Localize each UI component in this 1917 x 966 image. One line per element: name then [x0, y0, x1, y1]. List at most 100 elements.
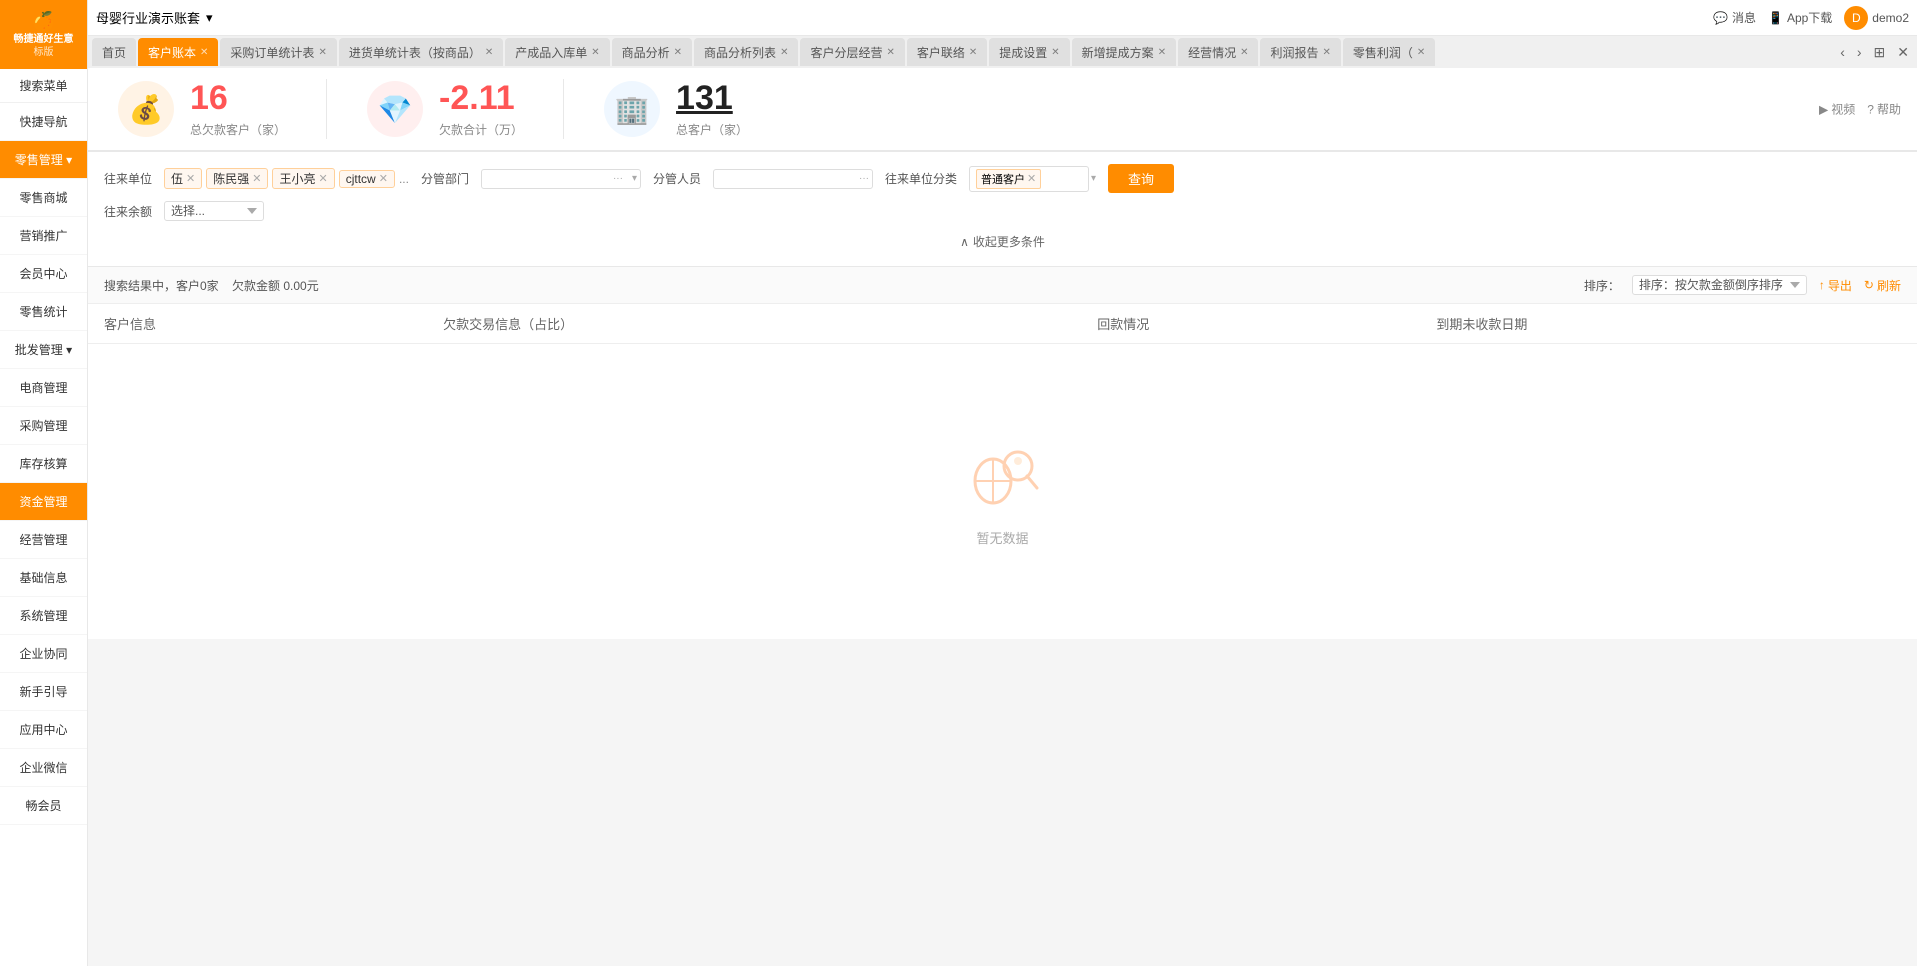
- table-wrapper: 客户信息 欠款交易信息（占比） 回款情况 到期未收款日期: [88, 304, 1917, 640]
- sidebar-logo: 🍊 畅捷通好生意 标版: [0, 0, 87, 69]
- tab-close-customers[interactable]: ✕: [200, 47, 208, 58]
- tab-prev-btn[interactable]: ‹: [1836, 42, 1849, 63]
- collapse-btn[interactable]: ∧ 收起更多条件: [944, 229, 1061, 254]
- sidebar-item-app-center[interactable]: 应用中心: [0, 711, 87, 749]
- messages-btn[interactable]: 💬 消息: [1713, 9, 1756, 26]
- total-label: 总客户（家）: [676, 121, 748, 138]
- tab-close-goods[interactable]: ✕: [674, 47, 682, 58]
- tab-close-new-promo[interactable]: ✕: [1158, 47, 1166, 58]
- sidebar-item-basic[interactable]: 基础信息: [0, 559, 87, 597]
- tab-goods-analysis[interactable]: 商品分析 ✕: [612, 38, 692, 66]
- message-icon: 💬: [1713, 11, 1728, 25]
- filter-tag-chen: 陈民强 ✕: [206, 168, 268, 189]
- tab-close-promo[interactable]: ✕: [1051, 47, 1059, 58]
- top-nav-right: 💬 消息 📱 App下载 D demo2: [1713, 6, 1909, 30]
- app-download-btn[interactable]: 📱 App下载: [1768, 9, 1832, 26]
- balance-filter-select[interactable]: 选择...: [164, 201, 264, 221]
- tab-product-stock[interactable]: 产成品入库单 ✕: [505, 38, 609, 66]
- sidebar-item-cooperation[interactable]: 企业协同: [0, 635, 87, 673]
- sidebar-item-inventory[interactable]: 库存核算: [0, 445, 87, 483]
- sidebar-item-retail-stats[interactable]: 零售统计: [0, 293, 87, 331]
- sidebar-item-enterprise-wechat[interactable]: 企业微信: [0, 749, 87, 787]
- total-data: 131 总客户（家）: [676, 80, 748, 138]
- tab-promotion-settings[interactable]: 提成设置 ✕: [989, 38, 1069, 66]
- tab-customers[interactable]: 客户账本 ✕: [138, 38, 218, 66]
- empty-text: 暂无数据: [976, 528, 1028, 547]
- unit-type-input[interactable]: 普通客户 ✕: [969, 166, 1089, 192]
- filter-area: 往来单位 伍 ✕ 陈民强 ✕ 王小亮 ✕ cjttcw: [88, 152, 1917, 267]
- filter-row-2: 往来余额 选择...: [104, 201, 1901, 221]
- tab-close-goods-list[interactable]: ✕: [780, 47, 788, 58]
- sort-select[interactable]: 排序：按欠款金额倒序排序: [1632, 275, 1807, 295]
- sidebar-item-finance[interactable]: 资金管理: [0, 483, 87, 521]
- filter-more-btn[interactable]: ...: [399, 172, 409, 186]
- help-icon: ?: [1867, 102, 1874, 116]
- sidebar-item-retail-mall[interactable]: 零售商城: [0, 179, 87, 217]
- tab-close-purchase[interactable]: ✕: [318, 47, 326, 58]
- unit-filter-label: 往来单位: [104, 170, 152, 187]
- query-button[interactable]: 查询: [1108, 164, 1174, 193]
- summary-card-total: 🏢 131 总客户（家）: [574, 68, 778, 150]
- help-link[interactable]: ? 帮助: [1867, 101, 1901, 118]
- sidebar-item-system[interactable]: 系统管理: [0, 597, 87, 635]
- search-result-text: 搜索结果中，客户0家: [104, 279, 219, 293]
- refresh-btn[interactable]: ↻ 刷新: [1864, 277, 1901, 294]
- divider-2: [563, 79, 564, 139]
- sidebar-item-operations[interactable]: 经营管理: [0, 521, 87, 559]
- tab-operations[interactable]: 经营情况 ✕: [1178, 38, 1258, 66]
- filter-tag-wang-close[interactable]: ✕: [319, 172, 328, 185]
- tab-next-btn[interactable]: ›: [1853, 42, 1866, 63]
- table-header: 客户信息 欠款交易信息（占比） 回款情况 到期未收款日期: [88, 304, 1917, 344]
- filter-tag-wu-close[interactable]: ✕: [186, 172, 195, 185]
- tab-close-contact[interactable]: ✕: [969, 47, 977, 58]
- refresh-icon: ↻: [1864, 278, 1874, 292]
- sidebar-item-new-guide[interactable]: 新手引导: [0, 673, 87, 711]
- filter-tag-chen-close[interactable]: ✕: [252, 172, 261, 185]
- sidebar: 🍊 畅捷通好生意 标版 搜索菜单 快捷导航 零售管理 ▾ 零售商城 营销推广 会…: [0, 0, 88, 966]
- tab-close-ops[interactable]: ✕: [1240, 47, 1248, 58]
- manager-filter-wrap: ···: [713, 169, 873, 189]
- tab-stock-stats[interactable]: 进货单统计表（按商品） ✕: [339, 38, 503, 66]
- tab-home[interactable]: 首页: [92, 38, 136, 66]
- tab-purchase-orders[interactable]: 采购订单统计表 ✕: [220, 38, 336, 66]
- filter-tag-cjttcw-close[interactable]: ✕: [379, 172, 388, 185]
- export-btn[interactable]: ↑ 导出: [1819, 277, 1852, 294]
- company-selector-area[interactable]: 母婴行业演示账套 ▾: [96, 8, 256, 27]
- sidebar-item-purchase[interactable]: 采购管理: [0, 407, 87, 445]
- tab-customer-segment[interactable]: 客户分层经营 ✕: [800, 38, 904, 66]
- tab-customer-contact[interactable]: 客户联络 ✕: [907, 38, 987, 66]
- tab-close-stock[interactable]: ✕: [485, 47, 493, 58]
- sidebar-item-retail[interactable]: 零售管理 ▾: [0, 141, 87, 179]
- user-avatar[interactable]: D demo2: [1844, 6, 1909, 30]
- sidebar-item-quick-nav[interactable]: 快捷导航: [0, 103, 87, 141]
- download-icon: 📱: [1768, 11, 1783, 25]
- tab-close-retail[interactable]: ✕: [1417, 47, 1425, 58]
- sidebar-item-search[interactable]: 搜索菜单: [0, 69, 87, 103]
- unit-type-close[interactable]: ✕: [1027, 172, 1036, 185]
- page-content: 💰 16 总欠款客户（家） 💎 -2.11 欠款合计（万） 🏢: [88, 68, 1917, 966]
- manager-filter-input[interactable]: [713, 169, 873, 189]
- tab-goods-analysis-list[interactable]: 商品分析列表 ✕: [694, 38, 798, 66]
- help-links: ▶ 视频 ? 帮助: [1819, 101, 1901, 118]
- sidebar-item-wholesale[interactable]: 批发管理 ▾: [0, 331, 87, 369]
- sidebar-item-vip[interactable]: 畅会员: [0, 787, 87, 825]
- tab-retail-profit[interactable]: 零售利润（ ✕: [1343, 38, 1435, 66]
- tab-more-btn[interactable]: ⊞: [1870, 42, 1890, 63]
- table-body: 暂无数据: [88, 344, 1917, 640]
- tab-new-promotion[interactable]: 新增提成方案 ✕: [1072, 38, 1176, 66]
- unit-type-tag: 普通客户 ✕: [976, 169, 1041, 189]
- tab-close-product[interactable]: ✕: [591, 47, 599, 58]
- tab-close-profit[interactable]: ✕: [1323, 47, 1331, 58]
- sidebar-item-member[interactable]: 会员中心: [0, 255, 87, 293]
- customers-icon: 💰: [118, 81, 174, 137]
- table-header-row: 客户信息 欠款交易信息（占比） 回款情况 到期未收款日期: [88, 304, 1917, 344]
- username-label: demo2: [1872, 11, 1909, 25]
- results-info: 搜索结果中，客户0家 欠款金额 0.00元: [104, 277, 319, 294]
- sidebar-item-marketing[interactable]: 营销推广: [0, 217, 87, 255]
- tab-close-all-btn[interactable]: ✕: [1893, 42, 1913, 63]
- sidebar-item-ecommerce[interactable]: 电商管理: [0, 369, 87, 407]
- tab-close-segment[interactable]: ✕: [886, 47, 894, 58]
- video-link[interactable]: ▶ 视频: [1819, 101, 1855, 118]
- tab-profit-report[interactable]: 利润报告 ✕: [1260, 38, 1340, 66]
- total-debt-label: 欠款合计（万）: [439, 121, 523, 138]
